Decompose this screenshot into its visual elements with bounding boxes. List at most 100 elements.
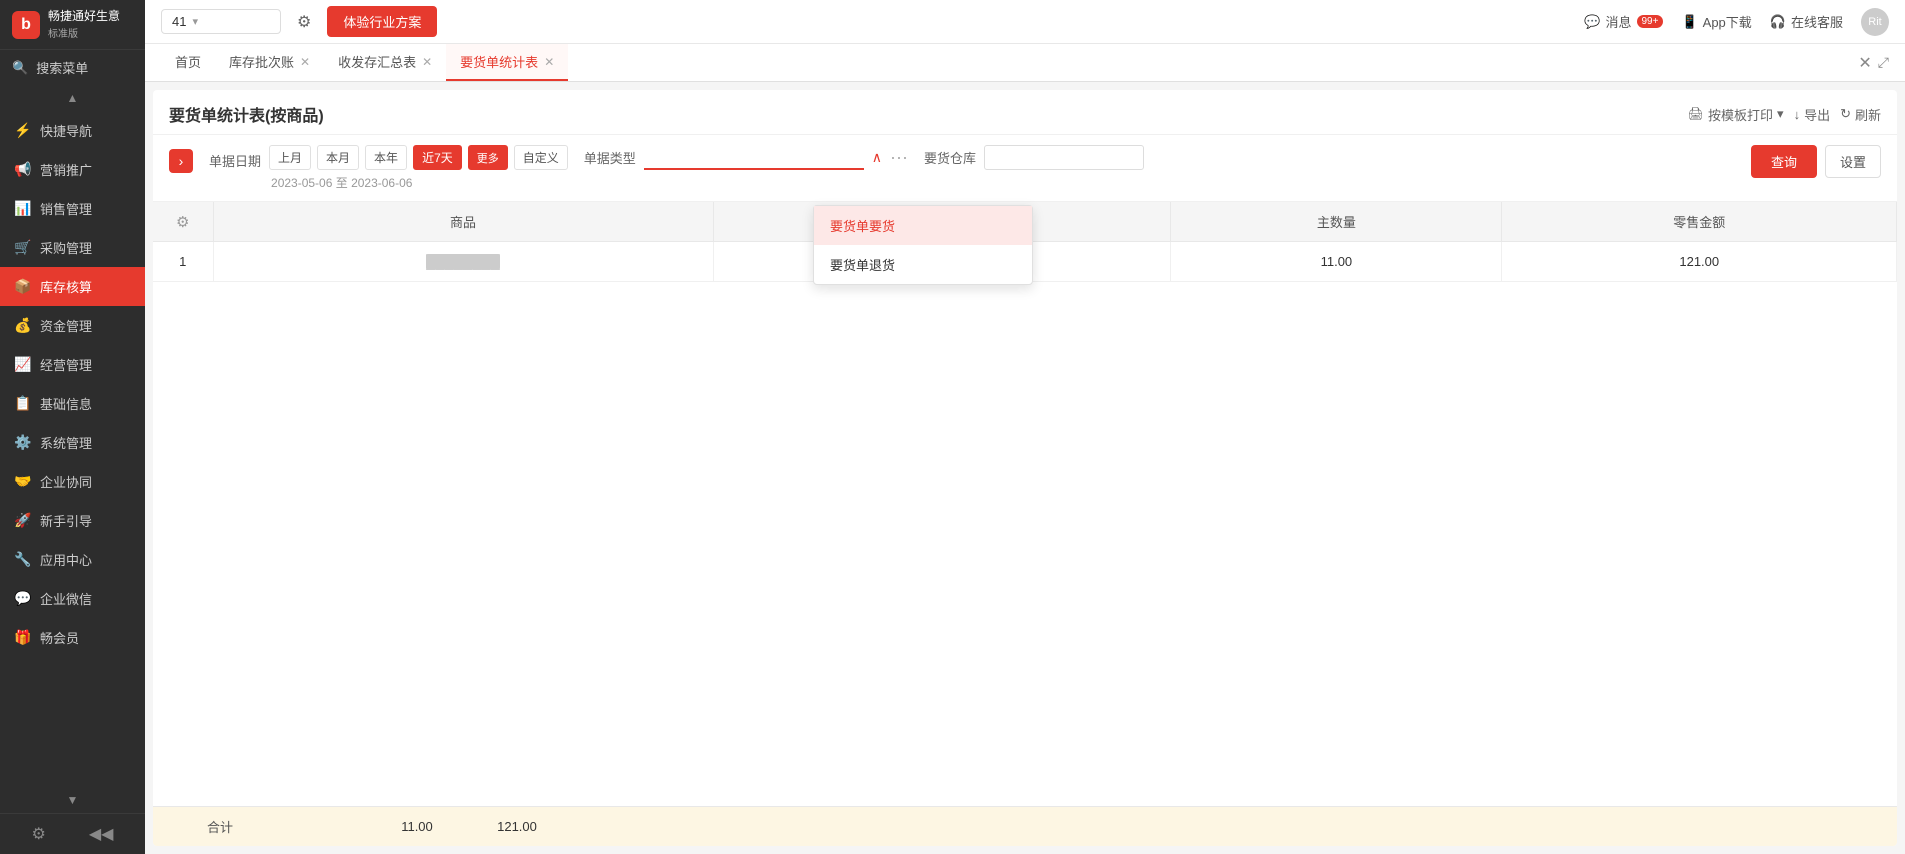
sidebar-search[interactable]: 🔍 搜索菜单 [0, 50, 145, 85]
sidebar-label-9: 企业协同 [40, 472, 92, 491]
print-action[interactable]: 🖨 按模板打印 ▾ [1688, 105, 1784, 124]
store-selector[interactable]: 41 ▾ [161, 9, 281, 34]
sidebar-icon-13: 🎁 [14, 629, 32, 646]
tabs-close-all-icon[interactable]: ✕ [1858, 53, 1871, 73]
col-settings: ⚙ [153, 202, 213, 242]
date-this-month[interactable]: 本月 [317, 145, 359, 170]
filter-settings-button[interactable]: 设置 [1825, 145, 1881, 178]
sidebar-settings-icon[interactable]: ⚙ [32, 824, 46, 844]
sidebar-label-1: 营销推广 [40, 160, 92, 179]
column-settings-icon[interactable]: ⚙ [176, 214, 189, 231]
date-more[interactable]: 更多 [468, 145, 508, 170]
sidebar-scroll-up[interactable]: ▲ [0, 85, 145, 111]
date-7days[interactable]: 近7天 [413, 145, 462, 170]
cell-product: ████████ [213, 242, 713, 282]
page-header: 要货单统计表(按商品) 🖨 按模板打印 ▾ ↓ 导出 ↻ 刷新 [153, 90, 1897, 135]
filter-more-dots[interactable]: ··· [890, 147, 908, 168]
date-this-year[interactable]: 本年 [365, 145, 407, 170]
online-service-action[interactable]: 🎧 在线客服 [1770, 12, 1843, 31]
tabs-bar: 首页库存批次账✕收发存汇总表✕要货单统计表✕ ✕ ⤢ [145, 44, 1905, 82]
dropdown-item-0[interactable]: 要货单要货 [814, 206, 1032, 245]
dropdown-item-1[interactable]: 要货单退货 [814, 245, 1032, 284]
sidebar-item-4[interactable]: 📦 库存核算 [0, 267, 145, 306]
sidebar-label-0: 快捷导航 [40, 121, 92, 140]
sidebar-item-10[interactable]: 🚀新手引导 [0, 501, 145, 540]
sidebar-item-13[interactable]: 🎁畅会员 [0, 618, 145, 657]
tab-close-1[interactable]: ✕ [300, 55, 310, 69]
tab-2[interactable]: 收发存汇总表✕ [324, 44, 446, 81]
tab-3[interactable]: 要货单统计表 ✕ [446, 44, 568, 81]
trial-button[interactable]: 体验行业方案 [327, 6, 437, 37]
tabs-expand-icon[interactable]: ⤢ [1878, 54, 1889, 71]
sidebar-label-4: 库存核算 [40, 277, 92, 296]
app-name: 畅捷通好生意 [48, 9, 120, 25]
table-footer: 合计 11.00 121.00 [153, 806, 1897, 846]
type-filter-label: 单据类型 [584, 148, 636, 167]
sidebar-item-3[interactable]: 🛒采购管理 [0, 228, 145, 267]
sidebar-item-0[interactable]: ⚡快捷导航 [0, 111, 145, 150]
filter-expand-button[interactable]: › [169, 149, 193, 173]
app-download-action[interactable]: 📱 App下载 [1681, 12, 1751, 31]
gear-icon[interactable]: ⚙ [293, 8, 315, 36]
cell-qty[interactable]: 11.00 [1171, 242, 1502, 282]
footer-label: 合计 [167, 817, 367, 836]
warehouse-filter-input[interactable] [984, 145, 1144, 170]
sidebar-icon-11: 🔧 [14, 551, 32, 568]
messages-action[interactable]: 💬 消息 99+ [1584, 12, 1663, 31]
sidebar-logo: b 畅捷通好生意 标准版 [0, 0, 145, 50]
warehouse-filter-label: 要货仓库 [924, 148, 976, 167]
type-filter-arrow[interactable]: ∧ [872, 149, 882, 166]
sidebar-icon-8: ⚙️ [14, 434, 32, 451]
refresh-icon: ↻ [1840, 106, 1851, 122]
filter-actions: 查询 设置 [1751, 145, 1881, 178]
footer-amount: 121.00 [467, 819, 567, 834]
sidebar-footer: ⚙ ◀◀ [0, 813, 145, 854]
col-amount: 零售金额 [1502, 202, 1897, 242]
type-filter-input[interactable] [644, 145, 864, 170]
avatar[interactable]: Rit [1861, 8, 1889, 36]
main-area: 41 ▾ ⚙ 体验行业方案 💬 消息 99+ 📱 App下载 🎧 在线客服 Ri… [145, 0, 1905, 854]
refresh-action[interactable]: ↻ 刷新 [1840, 105, 1881, 124]
tab-label-3: 要货单统计表 [460, 52, 538, 71]
date-custom[interactable]: 自定义 [514, 145, 568, 170]
store-name: 41 [172, 14, 186, 29]
filter-bar: › 单据日期 上月 本月 本年 近7天 更多 自定义 2023-05-06 至 … [153, 135, 1897, 202]
tab-close-2[interactable]: ✕ [422, 55, 432, 69]
sidebar-item-12[interactable]: 💬企业微信 [0, 579, 145, 618]
sidebar-item-7[interactable]: 📋基础信息 [0, 384, 145, 423]
query-button[interactable]: 查询 [1751, 145, 1817, 178]
date-last-month[interactable]: 上月 [269, 145, 311, 170]
sidebar-label-3: 采购管理 [40, 238, 92, 257]
sidebar-icon-4: 📦 [14, 278, 32, 295]
tab-0[interactable]: 首页 [161, 44, 215, 81]
sidebar-item-5[interactable]: 💰资金管理 [0, 306, 145, 345]
sidebar-collapse-icon[interactable]: ◀◀ [89, 824, 114, 844]
sidebar-nav: ⚡快捷导航📢营销推广📊销售管理🛒采购管理 📦 库存核算 💰资金管理📈经营管理📋基础信息… [0, 111, 145, 787]
sidebar-item-11[interactable]: 🔧 应用中心 [0, 540, 145, 579]
sidebar-item-2[interactable]: 📊销售管理 [0, 189, 145, 228]
type-dropdown: 要货单要货 要货单退货 [813, 205, 1033, 285]
sidebar-label-7: 基础信息 [40, 394, 92, 413]
sidebar-item-6[interactable]: 📈经营管理 [0, 345, 145, 384]
tab-1[interactable]: 库存批次账 ✕ [215, 44, 324, 81]
date-filter-label: 单据日期 [209, 145, 261, 170]
app-logo-icon: b [12, 11, 40, 39]
sidebar-item-8[interactable]: ⚙️系统管理 [0, 423, 145, 462]
date-quick-btns: 上月 本月 本年 近7天 更多 自定义 [269, 145, 568, 170]
export-action[interactable]: ↓ 导出 [1794, 105, 1831, 124]
sidebar-label-11: 应用中心 [40, 550, 92, 569]
sidebar-icon-5: 💰 [14, 317, 32, 334]
page-content: 要货单统计表(按商品) 🖨 按模板打印 ▾ ↓ 导出 ↻ 刷新 [153, 90, 1897, 846]
cell-amount[interactable]: 121.00 [1502, 242, 1897, 282]
sidebar-item-1[interactable]: 📢营销推广 [0, 150, 145, 189]
page-actions: 🖨 按模板打印 ▾ ↓ 导出 ↻ 刷新 [1688, 105, 1882, 124]
sidebar-search-label: 搜索菜单 [36, 58, 88, 77]
date-range-display: 2023-05-06 至 2023-06-06 [269, 174, 568, 191]
print-label: 按模板打印 [1708, 105, 1773, 124]
sidebar-item-9[interactable]: 🤝企业协同 [0, 462, 145, 501]
tab-close-3[interactable]: ✕ [544, 55, 554, 69]
sidebar-scroll-down[interactable]: ▼ [0, 787, 145, 813]
tab-label-1: 库存批次账 [229, 52, 294, 71]
date-filter-group: 单据日期 上月 本月 本年 近7天 更多 自定义 2023-05-06 至 20… [209, 145, 568, 191]
type-filter-group: 单据类型 ∧ ··· [584, 145, 908, 170]
